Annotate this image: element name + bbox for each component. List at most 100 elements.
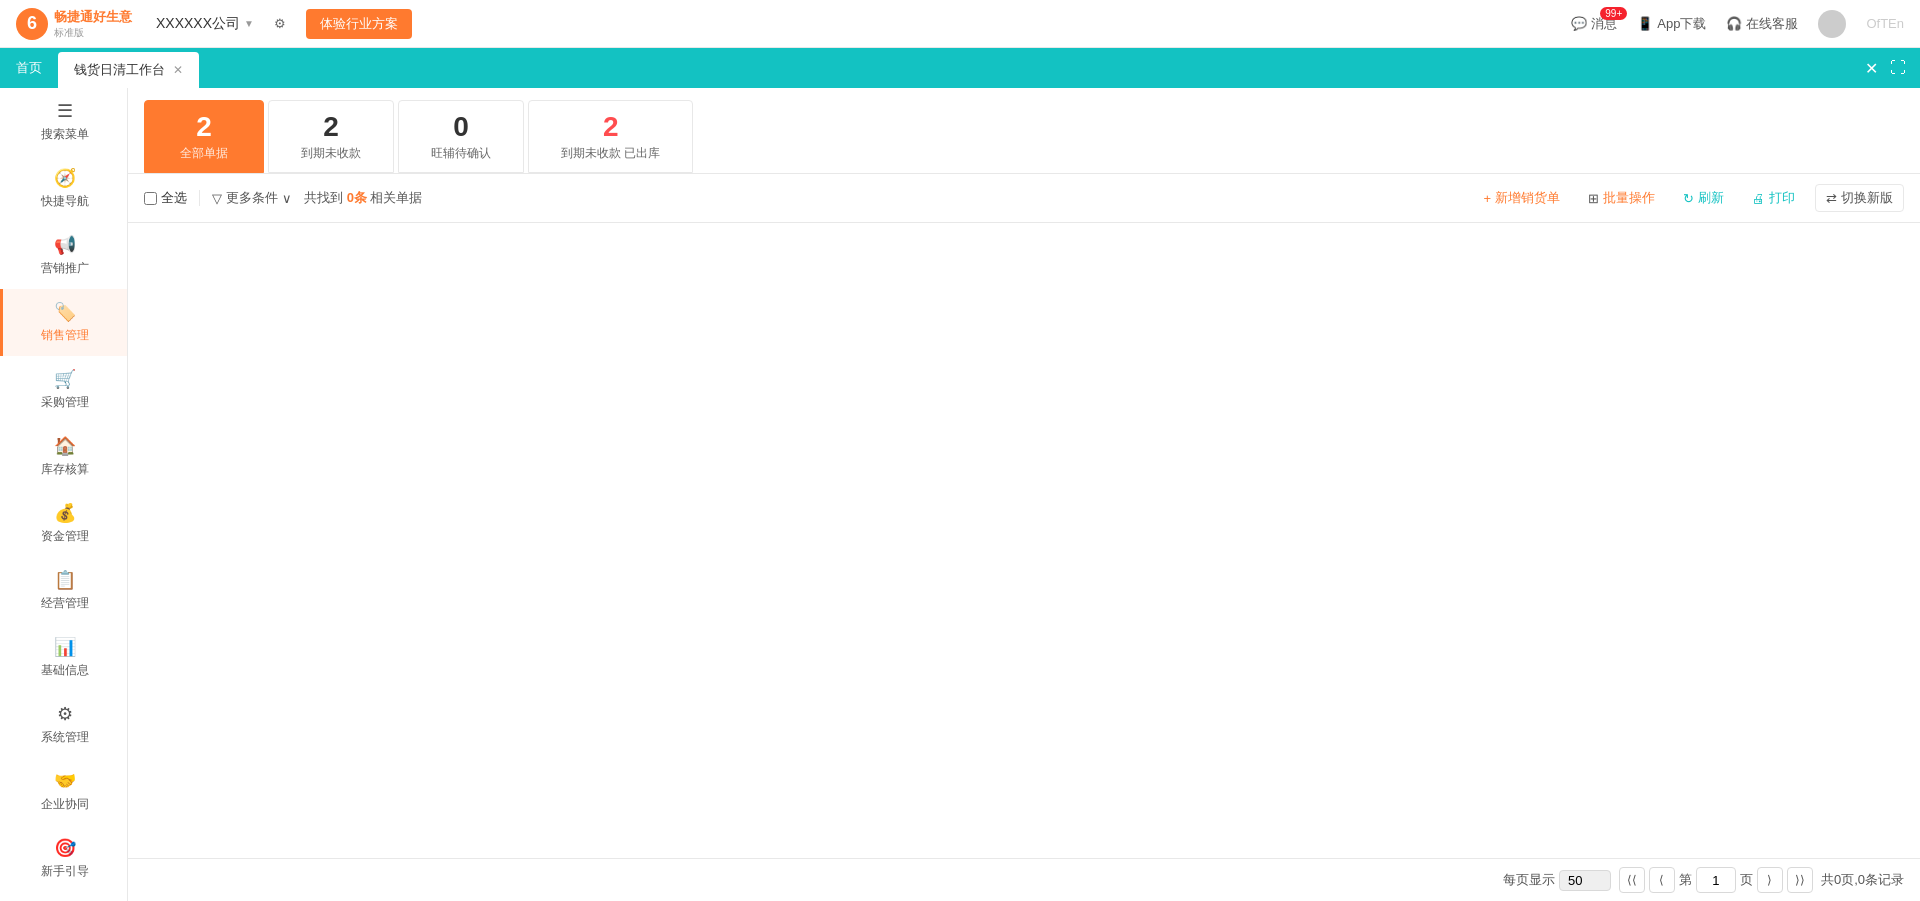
sidebar-item-basic[interactable]: 📊 基础信息 <box>0 624 127 691</box>
sidebar-item-search[interactable]: ☰ 搜索菜单 <box>0 88 127 155</box>
sidebar-item-enterprise-label: 企业协同 <box>41 796 89 813</box>
sidebar-item-guide[interactable]: 🎯 新手引导 <box>0 825 127 892</box>
refresh-button[interactable]: ↻ 刷新 <box>1675 185 1732 211</box>
print-button[interactable]: 🖨 打印 <box>1744 185 1803 211</box>
chevron-down-icon: ▼ <box>244 18 254 29</box>
page-nav: ⟨⟨ ⟨ 第 页 ⟩ ⟩⟩ <box>1619 867 1813 893</box>
sidebar-item-system[interactable]: ⚙ 系统管理 <box>0 691 127 758</box>
sales-icon: 🏷️ <box>54 301 76 323</box>
per-page-dropdown[interactable]: 50 100 200 <box>1559 870 1611 891</box>
stats-tab-pending[interactable]: 0 旺辅待确认 <box>398 100 524 173</box>
filter-chevron-icon: ∨ <box>282 191 292 206</box>
stats-tab-all[interactable]: 2 全部单据 <box>144 100 264 173</box>
sidebar-item-finance[interactable]: 💰 资金管理 <box>0 490 127 557</box>
logo-icon: 6 <box>16 8 48 40</box>
page-total: 共0页,0条记录 <box>1821 871 1904 889</box>
download-icon: 📱 <box>1637 16 1653 31</box>
sidebar-item-marketing[interactable]: 📢 营销推广 <box>0 222 127 289</box>
page-first-button[interactable]: ⟨⟨ <box>1619 867 1645 893</box>
select-all-checkbox[interactable]: 全选 <box>144 189 187 207</box>
settings-icon: ⚙ <box>274 16 286 31</box>
sidebar-item-enterprise[interactable]: 🤝 企业协同 <box>0 758 127 825</box>
inventory-icon: 🏠 <box>54 435 76 457</box>
page-next-button[interactable]: ⟩ <box>1757 867 1783 893</box>
message-icon: 💬 <box>1571 16 1587 31</box>
stats-tab-overdue[interactable]: 2 到期未收款 <box>268 100 394 173</box>
sidebar: ☰ 搜索菜单 🧭 快捷导航 📢 营销推广 🏷️ 销售管理 🛒 采购管理 🏠 库存… <box>0 88 128 901</box>
system-icon: ⚙ <box>57 703 73 725</box>
result-prefix: 共找到 <box>304 190 343 205</box>
batch-label: 批量操作 <box>1603 189 1655 207</box>
company-selector[interactable]: XXXXXX公司 ▼ <box>156 15 254 33</box>
message-button[interactable]: 💬 消息 99+ <box>1571 15 1617 33</box>
pagination-bar: 每页显示 50 100 200 ⟨⟨ ⟨ 第 页 ⟩ ⟩⟩ 共0页,0条记录 <box>128 858 1920 901</box>
avatar[interactable] <box>1818 10 1846 38</box>
sidebar-item-app[interactable]: 📦 应用中心 <box>0 892 127 901</box>
tab-home[interactable]: 首页 <box>0 48 58 88</box>
page-input[interactable] <box>1696 867 1736 893</box>
result-info: 共找到 0条 相关单据 <box>304 189 422 207</box>
app-download-label: App下载 <box>1657 15 1706 33</box>
sidebar-item-basic-label: 基础信息 <box>41 662 89 679</box>
sidebar-item-nav-label: 快捷导航 <box>41 193 89 210</box>
basic-icon: 📊 <box>54 636 76 658</box>
sidebar-item-nav[interactable]: 🧭 快捷导航 <box>0 155 127 222</box>
toolbar-divider-1 <box>199 190 200 206</box>
logo-title: 畅捷通好生意 <box>54 8 132 26</box>
tab-home-label: 首页 <box>16 59 42 77</box>
header-right: 💬 消息 99+ 📱 App下载 🎧 在线客服 OfTEn <box>1571 10 1904 38</box>
settings-button[interactable]: ⚙ <box>266 10 294 38</box>
batch-icon: ⊞ <box>1588 191 1599 206</box>
guide-icon: 🎯 <box>54 837 76 859</box>
finance-icon: 💰 <box>54 502 76 524</box>
marketing-icon: 📢 <box>54 234 76 256</box>
stats-tab-shipped[interactable]: 2 到期未收款 已出库 <box>528 100 693 173</box>
sidebar-item-guide-label: 新手引导 <box>41 863 89 880</box>
username-area[interactable]: OfTEn <box>1866 16 1904 31</box>
filter-button[interactable]: ▽ 更多条件 ∨ <box>212 189 292 207</box>
online-service-button[interactable]: 🎧 在线客服 <box>1726 15 1798 33</box>
tab-close-icon[interactable]: ✕ <box>173 63 183 77</box>
logo-area: 6 畅捷通好生意 标准版 <box>16 8 144 40</box>
switch-icon: ⇄ <box>1826 191 1837 206</box>
table-area <box>128 223 1920 858</box>
refresh-label: 刷新 <box>1698 189 1724 207</box>
tab-bar: 首页 钱货日清工作台 ✕ ✕ ⛶ <box>0 48 1920 88</box>
sidebar-item-operation[interactable]: 📋 经营管理 <box>0 557 127 624</box>
filter-icon: ▽ <box>212 191 222 206</box>
sidebar-item-sales[interactable]: 🏷️ 销售管理 <box>0 289 127 356</box>
page-prev-button[interactable]: ⟨ <box>1649 867 1675 893</box>
select-all-input[interactable] <box>144 192 157 205</box>
print-label: 打印 <box>1769 189 1795 207</box>
page-last-button[interactable]: ⟩⟩ <box>1787 867 1813 893</box>
username-text: OfTEn <box>1866 16 1904 31</box>
stats-tabs: 2 全部单据 2 到期未收款 0 旺辅待确认 2 到期未收款 已出库 <box>144 100 1904 173</box>
try-industry-button[interactable]: 体验行业方案 <box>306 9 412 39</box>
layout: ☰ 搜索菜单 🧭 快捷导航 📢 营销推广 🏷️ 销售管理 🛒 采购管理 🏠 库存… <box>0 88 1920 901</box>
per-page-label: 每页显示 <box>1503 871 1555 889</box>
window-expand-icon[interactable]: ⛶ <box>1884 55 1912 81</box>
main-content: 2 全部单据 2 到期未收款 0 旺辅待确认 2 到期未收款 已出库 <box>128 88 1920 901</box>
service-icon: 🎧 <box>1726 16 1742 31</box>
window-close-icon[interactable]: ✕ <box>1859 55 1884 82</box>
tab-cash-daily[interactable]: 钱货日清工作台 ✕ <box>58 52 199 88</box>
toolbar-right: + 新增销货单 ⊞ 批量操作 ↻ 刷新 🖨 打印 ⇄ 切换新版 <box>1475 184 1904 212</box>
nav-icon: 🧭 <box>54 167 76 189</box>
sidebar-item-operation-label: 经营管理 <box>41 595 89 612</box>
batch-operation-button[interactable]: ⊞ 批量操作 <box>1580 185 1663 211</box>
sidebar-item-inventory[interactable]: 🏠 库存核算 <box>0 423 127 490</box>
switch-version-button[interactable]: ⇄ 切换新版 <box>1815 184 1904 212</box>
add-sales-order-button[interactable]: + 新增销货单 <box>1475 185 1568 211</box>
stats-count-overdue: 2 <box>323 111 339 143</box>
add-icon: + <box>1483 191 1491 206</box>
sidebar-item-purchase-label: 采购管理 <box>41 394 89 411</box>
sidebar-item-marketing-label: 营销推广 <box>41 260 89 277</box>
result-count: 0条 <box>347 190 367 205</box>
sidebar-item-purchase[interactable]: 🛒 采购管理 <box>0 356 127 423</box>
filter-label: 更多条件 <box>226 189 278 207</box>
per-page-select: 每页显示 50 100 200 <box>1503 870 1611 891</box>
app-download-button[interactable]: 📱 App下载 <box>1637 15 1706 33</box>
sidebar-item-search-label: 搜索菜单 <box>41 126 89 143</box>
operation-icon: 📋 <box>54 569 76 591</box>
message-badge: 99+ <box>1600 7 1627 20</box>
